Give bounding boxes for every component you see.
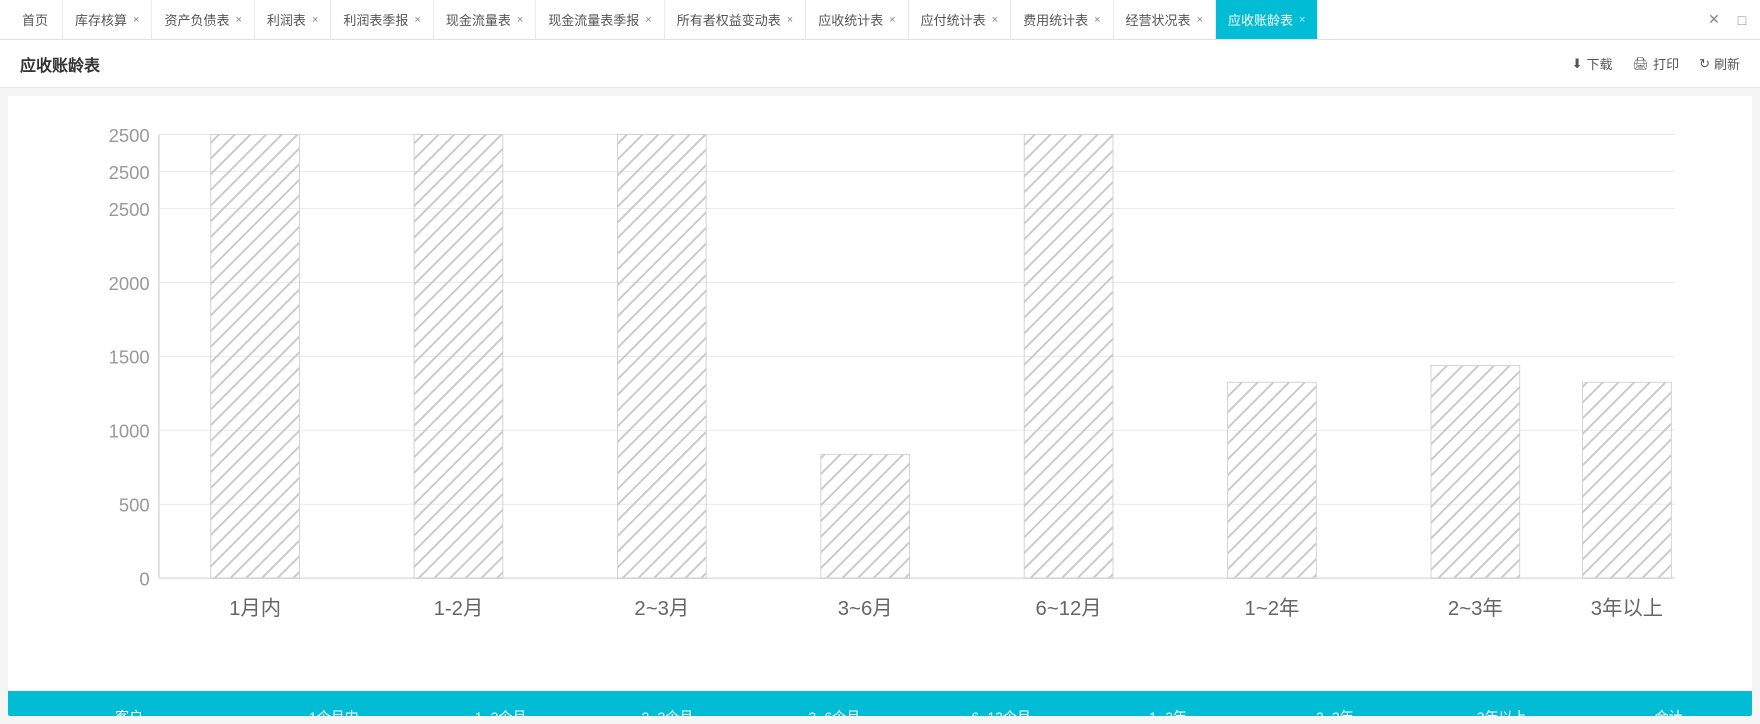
tab-cashflow-close[interactable]: × xyxy=(517,14,523,26)
download-icon: ⬇ xyxy=(1572,56,1583,72)
th-2-3month: 2~3个月 xyxy=(584,707,751,716)
page-header: 应收账龄表 ⬇ 下载 🖨 打印 ↻ 刷新 xyxy=(0,40,1760,88)
tab-ar-stat-close[interactable]: × xyxy=(889,14,895,26)
th-6-12month: 6~12个月 xyxy=(918,707,1085,716)
tab-expense-stat-close[interactable]: × xyxy=(1094,14,1100,26)
chart-area: 0 500 1000 1500 2000 2500 2500 2500 xyxy=(8,96,1752,691)
th-3-6month: 3~6个月 xyxy=(751,707,918,716)
th-3year-plus: 3年以上 xyxy=(1418,707,1585,716)
print-label: 打印 xyxy=(1653,54,1679,73)
print-button[interactable]: 🖨 打印 xyxy=(1633,54,1680,73)
tab-cashflow-label: 现金流量表 xyxy=(446,10,511,29)
tab-ar-aging-close[interactable]: × xyxy=(1299,14,1305,26)
tab-ar-aging-label: 应收账龄表 xyxy=(1228,10,1293,29)
tab-profit[interactable]: 利润表 × xyxy=(255,0,331,40)
tab-ap-stat-label: 应付统计表 xyxy=(921,10,986,29)
refresh-icon: ↻ xyxy=(1699,56,1710,72)
refresh-label: 刷新 xyxy=(1714,54,1740,73)
svg-text:3~6月: 3~6月 xyxy=(838,598,893,620)
svg-text:3年以上: 3年以上 xyxy=(1591,597,1663,620)
tab-cashflow-quarterly-label: 现金流量表季报 xyxy=(548,10,639,29)
download-button[interactable]: ⬇ 下载 xyxy=(1572,54,1613,73)
svg-text:2~3年: 2~3年 xyxy=(1448,597,1503,620)
svg-text:500: 500 xyxy=(119,495,150,516)
svg-text:2500: 2500 xyxy=(109,125,150,146)
svg-text:6~12月: 6~12月 xyxy=(1036,598,1102,620)
tab-profit-quarterly-close[interactable]: × xyxy=(414,14,420,26)
print-icon: 🖨 xyxy=(1633,56,1650,72)
tab-expense-stat[interactable]: 费用统计表 × xyxy=(1011,0,1113,40)
tab-profit-label: 利润表 xyxy=(267,10,306,29)
page-actions: ⬇ 下载 🖨 打印 ↻ 刷新 xyxy=(1572,54,1740,73)
bar-chart: 0 500 1000 1500 2000 2500 2500 2500 xyxy=(48,116,1712,671)
tab-inventory-label: 库存核算 xyxy=(75,10,127,29)
svg-text:1~2年: 1~2年 xyxy=(1245,597,1300,620)
th-1-2year: 1~2年 xyxy=(1085,707,1252,716)
th-2-3year: 2~3年 xyxy=(1251,707,1418,716)
page-title: 应收账龄表 xyxy=(20,52,100,76)
tab-equity-close[interactable]: × xyxy=(787,14,793,26)
th-customer: 客户 xyxy=(8,707,250,716)
tab-profit-quarterly-label: 利润表季报 xyxy=(343,10,408,29)
tab-profit-quarterly[interactable]: 利润表季报 × xyxy=(331,0,433,40)
tab-profit-close[interactable]: × xyxy=(312,14,318,26)
th-1-2month: 1~2个月 xyxy=(417,707,584,716)
minimize-button[interactable]: ✕ xyxy=(1704,10,1724,30)
main-content: 0 500 1000 1500 2000 2500 2500 2500 xyxy=(8,96,1752,716)
tab-bar: 首页 库存核算 × 资产负债表 × 利润表 × 利润表季报 × 现金流量表 × … xyxy=(0,0,1760,40)
svg-text:2500: 2500 xyxy=(109,199,150,220)
svg-text:1月内: 1月内 xyxy=(229,597,281,620)
tab-operation-label: 经营状况表 xyxy=(1126,10,1191,29)
svg-text:2~3月: 2~3月 xyxy=(634,598,689,620)
tab-cashflow-quarterly-close[interactable]: × xyxy=(645,14,651,26)
tab-operation[interactable]: 经营状况表 × xyxy=(1114,0,1216,40)
tab-balance-label: 资产负债表 xyxy=(164,10,229,29)
maximize-button[interactable]: □ xyxy=(1732,10,1752,30)
tab-balance[interactable]: 资产负债表 × xyxy=(152,0,254,40)
tab-inventory-close[interactable]: × xyxy=(133,14,139,26)
svg-text:2500: 2500 xyxy=(109,162,150,183)
tab-expense-stat-label: 费用统计表 xyxy=(1023,10,1088,29)
th-total: 合计 xyxy=(1585,707,1752,716)
tab-equity[interactable]: 所有者权益变动表 × xyxy=(665,0,806,40)
tab-inventory[interactable]: 库存核算 × xyxy=(63,0,152,40)
tab-ar-stat-label: 应收统计表 xyxy=(818,10,883,29)
svg-text:1-2月: 1-2月 xyxy=(434,598,484,620)
tab-equity-label: 所有者权益变动表 xyxy=(677,10,781,29)
svg-text:1000: 1000 xyxy=(109,421,150,442)
svg-text:0: 0 xyxy=(139,569,149,590)
tab-cashflow-quarterly[interactable]: 现金流量表季报 × xyxy=(536,0,664,40)
svg-text:1500: 1500 xyxy=(109,347,150,368)
download-label: 下载 xyxy=(1587,54,1613,73)
tab-operation-close[interactable]: × xyxy=(1197,14,1203,26)
svg-text:2000: 2000 xyxy=(109,273,150,294)
tab-home[interactable]: 首页 xyxy=(8,0,63,40)
tab-balance-close[interactable]: × xyxy=(235,14,241,26)
tab-ap-stat-close[interactable]: × xyxy=(992,14,998,26)
table-header: 客户 1个月内 1~2个月 2~3个月 3~6个月 6~12个月 1~2年 2~… xyxy=(8,691,1752,716)
tab-ap-stat[interactable]: 应付统计表 × xyxy=(909,0,1011,40)
tab-ar-aging[interactable]: 应收账龄表 × xyxy=(1216,0,1318,40)
th-1month: 1个月内 xyxy=(250,707,417,716)
tab-cashflow[interactable]: 现金流量表 × xyxy=(434,0,536,40)
tab-ar-stat[interactable]: 应收统计表 × xyxy=(806,0,908,40)
refresh-button[interactable]: ↻ 刷新 xyxy=(1699,54,1740,73)
window-controls: ✕ □ xyxy=(1704,10,1752,30)
